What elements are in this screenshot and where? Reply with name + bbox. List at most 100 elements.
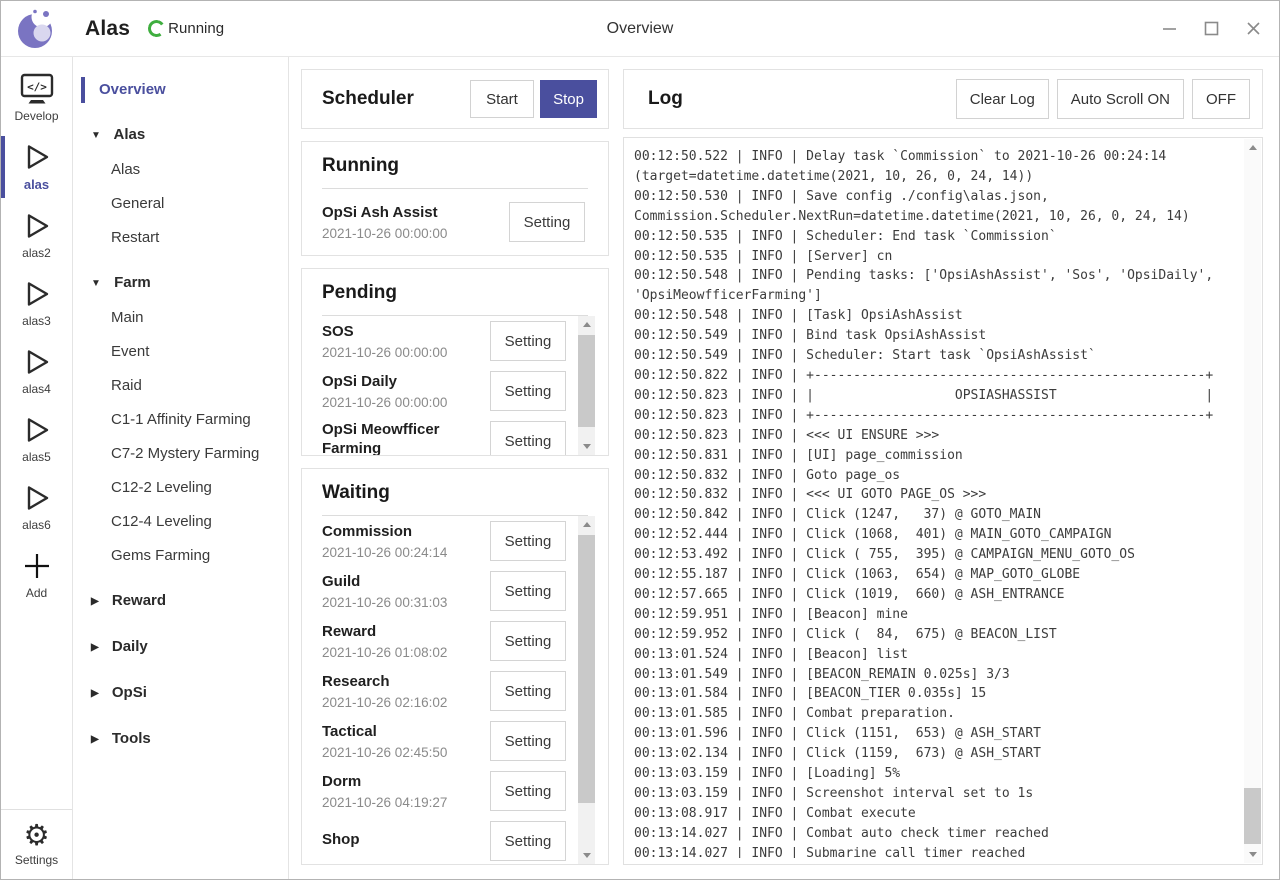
chevron-down-icon: ▼ [91, 130, 101, 141]
nav-item-label: Reward [112, 592, 166, 609]
rail-item[interactable]: </> alas2 [1, 202, 72, 269]
rail-item[interactable]: </> Add [1, 542, 72, 609]
stop-button[interactable]: Stop [540, 80, 597, 118]
nav-item[interactable]: ▼ ▶ OpSi [73, 676, 288, 711]
scroll-up-arrow[interactable] [578, 316, 595, 333]
log-line: 00:13:01.584 | INFO | [BEACON_TIER 0.035… [634, 684, 1232, 704]
nav-item[interactable]: ▼ ▶ General [73, 187, 288, 221]
waiting-title: Waiting [322, 482, 588, 516]
log-line: 00:12:50.823 | INFO | <<< UI ENSURE >>> [634, 426, 1232, 446]
waiting-list[interactable]: Commission 2021-10-26 00:24:14 Setting G… [322, 516, 576, 864]
log-line: 'OpsiMeowfficerFarming'] [634, 286, 1232, 306]
chevron-right-icon: ▶ [91, 596, 99, 607]
scroll-down-arrow[interactable] [578, 438, 595, 455]
task-info: Reward 2021-10-26 01:08:02 [322, 622, 490, 660]
log-line: 00:12:50.823 | INFO | +-----------------… [634, 406, 1232, 426]
task-row: SOS 2021-10-26 00:00:00 Setting [322, 316, 576, 366]
rail-item[interactable]: </> alas6 [1, 474, 72, 541]
log-line: 00:12:50.823 | INFO | | OPSIASHASSIST | [634, 386, 1232, 406]
nav-item[interactable]: ▼ ▶ Alas [73, 118, 288, 153]
nav-item[interactable]: ▼ ▶ Tools [73, 722, 288, 757]
nav-item[interactable]: ▼ ▶ Reward [73, 584, 288, 619]
nav-item[interactable]: ▼ ▶ Gems Farming [73, 539, 288, 573]
task-name: OpSi Daily [322, 372, 490, 391]
scroll-down-arrow[interactable] [578, 847, 595, 864]
scroll-up-arrow[interactable] [578, 516, 595, 533]
rail-item[interactable]: </> Develop [1, 65, 72, 132]
rail-items: </> Develop </> [1, 65, 72, 610]
nav-item-label: Alas [111, 161, 140, 178]
setting-button[interactable]: Setting [509, 202, 585, 242]
rail-item[interactable]: </> alas5 [1, 406, 72, 473]
nav-item[interactable]: ▼ ▶ Restart [73, 221, 288, 255]
setting-button[interactable]: Setting [490, 721, 566, 761]
nav-item[interactable]: ▼ ▶ C7-2 Mystery Farming [73, 437, 288, 471]
task-row: Guild 2021-10-26 00:31:03 Setting [322, 566, 576, 616]
play-icon [20, 345, 54, 379]
nav-item[interactable]: ▼ ▶ Overview [73, 73, 288, 107]
task-info: OpSi Ash Assist 2021-10-26 00:00:00 [322, 203, 509, 241]
scroll-down-arrow[interactable] [1244, 846, 1261, 863]
maximize-button[interactable] [1203, 21, 1219, 37]
pending-list[interactable]: SOS 2021-10-26 00:00:00 Setting OpSi Dai… [322, 316, 576, 455]
log-line: 00:12:53.492 | INFO | Click ( 755, 395) … [634, 545, 1232, 565]
gear-icon: ⚙ [24, 820, 50, 850]
log-line: 00:12:50.549 | INFO | Bind task OpsiAshA… [634, 326, 1232, 346]
log-line: 00:12:50.548 | INFO | Pending tasks: ['O… [634, 266, 1232, 286]
setting-button[interactable]: Setting [490, 521, 566, 561]
setting-button[interactable]: Setting [490, 771, 566, 811]
nav-item[interactable]: ▼ ▶ Main [73, 301, 288, 335]
close-button[interactable] [1245, 21, 1261, 37]
setting-button[interactable]: Setting [490, 371, 566, 411]
auto-scroll-off-button[interactable]: OFF [1192, 79, 1250, 119]
log-output[interactable]: 00:12:50.522 | INFO | Delay task `Commis… [623, 137, 1263, 865]
nav-item[interactable]: ▼ ▶ C12-4 Leveling [73, 505, 288, 539]
pending-scrollbar[interactable] [578, 316, 595, 455]
task-name: Guild [322, 572, 490, 591]
task-row: OpSi Ash Assist 2021-10-26 00:00:00 Sett… [322, 189, 595, 251]
auto-scroll-on-button[interactable]: Auto Scroll ON [1057, 79, 1184, 119]
nav-item-label: C12-4 Leveling [111, 513, 212, 530]
scroll-thumb[interactable] [1244, 788, 1261, 844]
task-next-run-time: 2021-10-26 02:16:02 [322, 695, 490, 710]
log-line: (target=datetime.datetime(2021, 10, 26, … [634, 167, 1232, 187]
rail-item[interactable]: </> alas [1, 133, 72, 201]
task-info: Commission 2021-10-26 00:24:14 [322, 522, 490, 560]
nav-item[interactable]: ▼ ▶ Daily [73, 630, 288, 665]
log-scrollbar[interactable] [1244, 139, 1261, 863]
scheduler-title: Scheduler [322, 88, 470, 110]
settings-button[interactable]: ⚙ Settings [1, 809, 72, 879]
nav-item[interactable]: ▼ ▶ Farm [73, 266, 288, 301]
window-title: Overview [607, 20, 674, 38]
plus-icon [22, 549, 52, 583]
setting-button[interactable]: Setting [490, 421, 566, 455]
task-info: Dorm 2021-10-26 04:19:27 [322, 772, 490, 810]
setting-button[interactable]: Setting [490, 321, 566, 361]
rail-item[interactable]: </> alas4 [1, 338, 72, 405]
start-button[interactable]: Start [470, 80, 534, 118]
log-lines: 00:12:50.522 | INFO | Delay task `Commis… [634, 147, 1232, 858]
log-line: Commission.Scheduler.NextRun=datetime.da… [634, 207, 1232, 227]
minimize-button[interactable] [1161, 21, 1177, 37]
nav-item[interactable]: ▼ ▶ C1-1 Affinity Farming [73, 403, 288, 437]
scroll-up-arrow[interactable] [1244, 139, 1261, 156]
scroll-thumb[interactable] [578, 335, 595, 427]
setting-button[interactable]: Setting [490, 571, 566, 611]
clear-log-button[interactable]: Clear Log [956, 79, 1049, 119]
scroll-thumb[interactable] [578, 535, 595, 803]
nav-item[interactable]: ▼ ▶ C12-2 Leveling [73, 471, 288, 505]
setting-button[interactable]: Setting [490, 671, 566, 711]
rail-item[interactable]: </> alas3 [1, 270, 72, 337]
nav-item[interactable]: ▼ ▶ Raid [73, 369, 288, 403]
log-line: 00:12:50.822 | INFO | +-----------------… [634, 366, 1232, 386]
setting-button[interactable]: Setting [490, 621, 566, 661]
nav-item[interactable]: ▼ ▶ Alas [73, 153, 288, 187]
setting-button[interactable]: Setting [490, 821, 566, 861]
rail-item-label: Develop [14, 109, 58, 123]
log-line: 00:12:50.535 | INFO | [Server] cn [634, 247, 1232, 267]
nav-item[interactable]: ▼ ▶ Event [73, 335, 288, 369]
log-line: 00:12:50.832 | INFO | Goto page_os [634, 466, 1232, 486]
task-next-run-time: 2021-10-26 00:00:00 [322, 226, 509, 241]
waiting-scrollbar[interactable] [578, 516, 595, 864]
chevron-right-icon: ▶ [91, 734, 99, 745]
